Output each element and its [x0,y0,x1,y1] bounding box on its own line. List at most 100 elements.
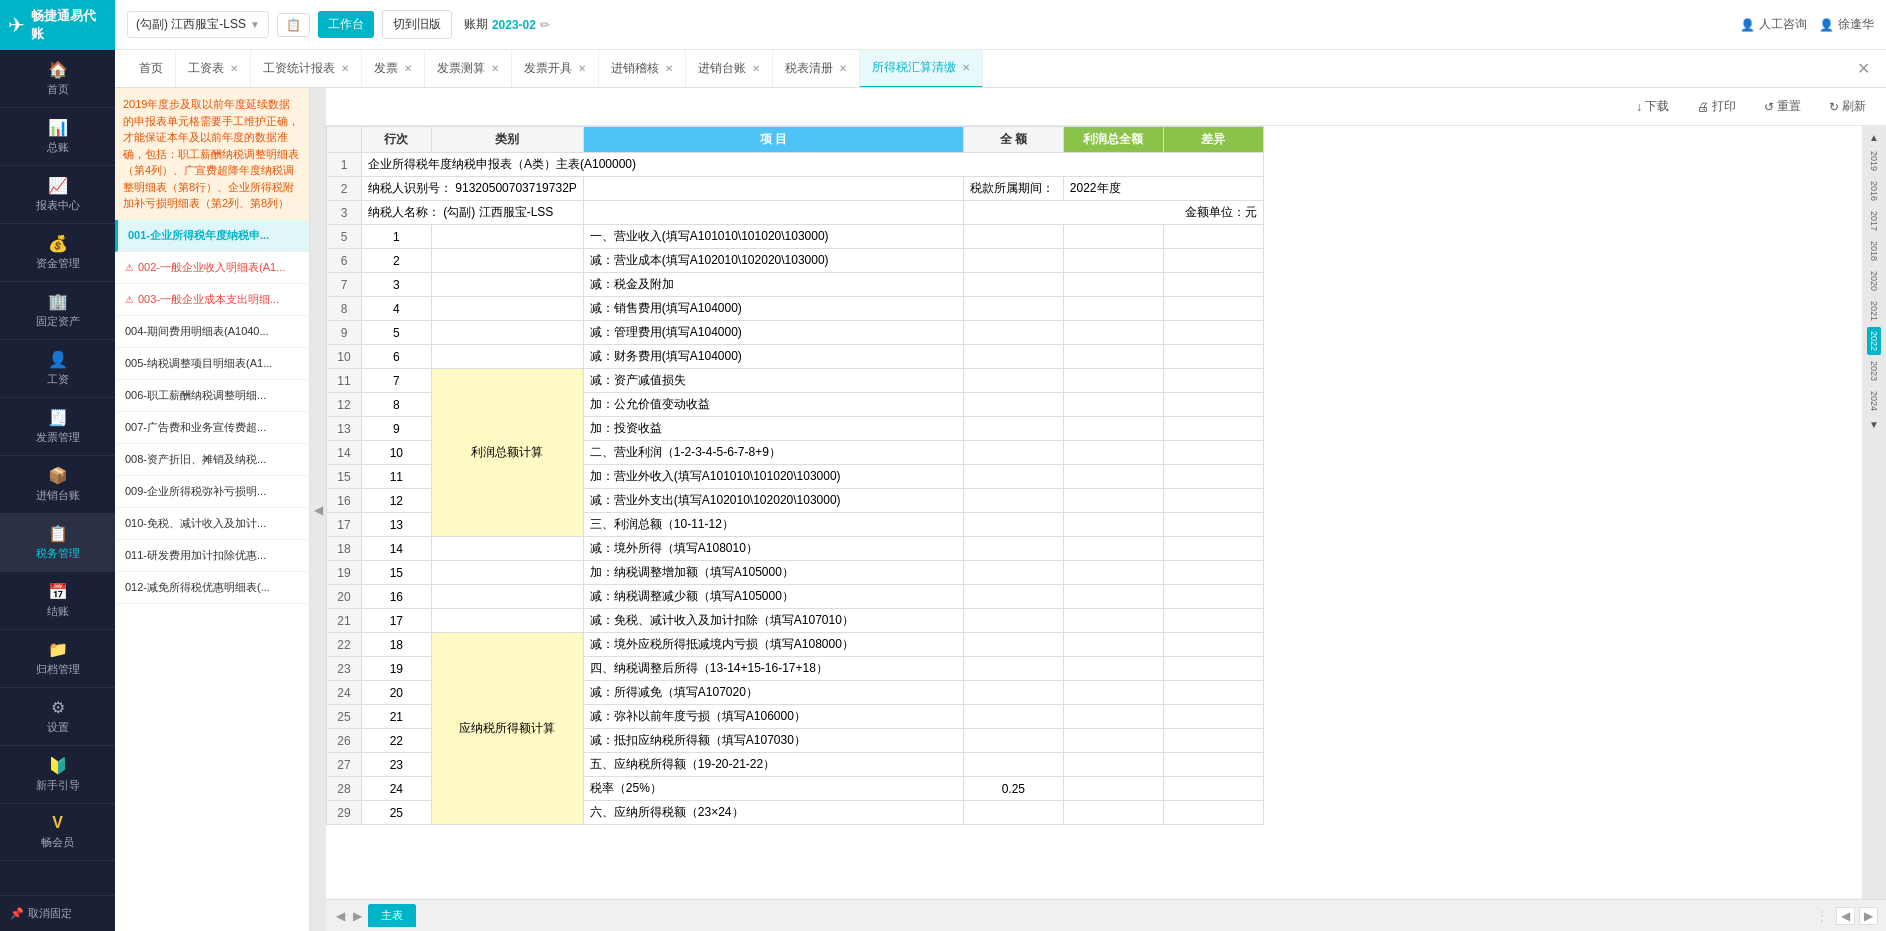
amt-23[interactable] [963,753,1063,777]
user-profile[interactable]: 👤 徐逢华 [1819,16,1874,33]
sidebar-item-purchase[interactable]: 📦 进销台账 [0,456,115,514]
refresh-button[interactable]: ↻ 刷新 [1821,94,1874,119]
amt-21[interactable] [963,705,1063,729]
amt-18[interactable] [963,633,1063,657]
tab-payroll-stat-close[interactable]: ✕ [341,63,349,74]
download-button[interactable]: ↓ 下载 [1628,94,1677,119]
timeline-down-arrow[interactable]: ▼ [1867,417,1881,432]
sidebar-item-report[interactable]: 📈 报表中心 [0,166,115,224]
tab-invoice-calc-close[interactable]: ✕ [491,63,499,74]
amt-25[interactable] [963,801,1063,825]
sidebar-item-funds[interactable]: 💰 资金管理 [0,224,115,282]
amt-16[interactable] [963,585,1063,609]
amt-14[interactable] [963,537,1063,561]
sheet-nav-right[interactable]: ▶ [351,909,364,923]
sidebar-item-archive[interactable]: 📁 归档管理 [0,630,115,688]
amt-24[interactable]: 0.25 [963,777,1063,801]
timeline-year-2023[interactable]: 2023 [1867,357,1881,385]
workspace-button[interactable]: 工作台 [318,11,374,38]
amt-8[interactable] [963,393,1063,417]
timeline-year-2020[interactable]: 2020 [1867,267,1881,295]
tab-tax-calc-close[interactable]: ✕ [962,62,970,73]
tab-purchase-ledger[interactable]: 进销台账 ✕ [686,50,773,88]
print-button[interactable]: 🖨 打印 [1689,94,1744,119]
amt-5[interactable] [963,321,1063,345]
copy-icon-btn[interactable]: 📋 [277,13,310,37]
tab-purchase-verify-close[interactable]: ✕ [665,63,673,74]
amt-1[interactable] [963,225,1063,249]
panel-collapse-button[interactable]: ◀ [310,88,326,931]
timeline-year-2017[interactable]: 2017 [1867,207,1881,235]
amt-7[interactable] [963,369,1063,393]
tab-payroll-stat[interactable]: 工资统计报表 ✕ [251,50,362,88]
amt-15[interactable] [963,561,1063,585]
amt-6[interactable] [963,345,1063,369]
sheet-tab-main[interactable]: 主表 [368,904,416,927]
tab-payroll-close[interactable]: ✕ [230,63,238,74]
amt-3[interactable] [963,273,1063,297]
sidebar-item-tax[interactable]: 📋 税务管理 [0,514,115,572]
form-item-005[interactable]: 005-纳税调整项目明细表(A1... [115,348,309,380]
amt-17[interactable] [963,609,1063,633]
form-item-008[interactable]: 008-资产折旧、摊销及纳税... [115,444,309,476]
tab-invoice[interactable]: 发票 ✕ [362,50,425,88]
timeline-year-2021[interactable]: 2021 [1867,297,1881,325]
timeline-up-arrow[interactable]: ▲ [1867,130,1881,145]
tab-invoice-calc[interactable]: 发票测算 ✕ [425,50,512,88]
form-item-011[interactable]: 011-研发费用加计扣除优惠... [115,540,309,572]
tab-purchase-verify[interactable]: 进销稽核 ✕ [599,50,686,88]
timeline-year-2018[interactable]: 2018 [1867,237,1881,265]
form-item-010[interactable]: 010-免税、减计收入及加计... [115,508,309,540]
sidebar-item-member[interactable]: V 畅会员 [0,804,115,861]
sheet-scroll-left-btn[interactable]: ◀ [1836,907,1855,925]
tab-tax-clear-close[interactable]: ✕ [839,63,847,74]
amt-12[interactable] [963,489,1063,513]
timeline-year-2024[interactable]: 2024 [1867,387,1881,415]
amt-2[interactable] [963,249,1063,273]
sidebar-item-close[interactable]: 📅 结账 [0,572,115,630]
tab-tax-clear[interactable]: 税表清册 ✕ [773,50,860,88]
reset-button[interactable]: ↺ 重置 [1756,94,1809,119]
sidebar-item-settings[interactable]: ⚙ 设置 [0,688,115,746]
sidebar-item-assets[interactable]: 🏢 固定资产 [0,282,115,340]
tab-invoice-open-close[interactable]: ✕ [578,63,586,74]
sidebar-item-ledger[interactable]: 📊 总账 [0,108,115,166]
timeline-year-2019[interactable]: 2019 [1867,147,1881,175]
tab-invoice-open[interactable]: 发票开具 ✕ [512,50,599,88]
timeline-year-2016[interactable]: 2016 [1867,177,1881,205]
form-item-009[interactable]: 009-企业所得税弥补亏损明... [115,476,309,508]
sidebar-pin-toggle[interactable]: 📌 取消固定 [0,895,115,931]
form-item-004[interactable]: 004-期间费用明细表(A1040... [115,316,309,348]
amt-11[interactable] [963,465,1063,489]
sheet-nav-left[interactable]: ◀ [334,909,347,923]
amt-19[interactable] [963,657,1063,681]
amt-13[interactable] [963,513,1063,537]
sidebar-item-payroll[interactable]: 👤 工资 [0,340,115,398]
form-item-006[interactable]: 006-职工薪酬纳税调整明细... [115,380,309,412]
form-item-001[interactable]: 001-企业所得税年度纳税申... [115,220,309,252]
close-all-tabs[interactable]: ✕ [1853,55,1874,82]
form-item-012[interactable]: 012-减免所得税优惠明细表(... [115,572,309,604]
amt-20[interactable] [963,681,1063,705]
tab-tax-calc[interactable]: 所得税汇算清缴 ✕ [860,50,983,88]
sheet-scroll-right-btn[interactable]: ▶ [1859,907,1878,925]
switch-version-button[interactable]: 切到旧版 [382,10,452,39]
form-item-007[interactable]: 007-广告费和业务宣传费超... [115,412,309,444]
timeline-year-2022[interactable]: 2022 [1867,327,1881,355]
period-edit-icon[interactable]: ✏ [540,18,550,32]
amt-4[interactable] [963,297,1063,321]
tab-purchase-ledger-close[interactable]: ✕ [752,63,760,74]
tab-invoice-close[interactable]: ✕ [404,63,412,74]
customer-service[interactable]: 👤 人工咨询 [1740,16,1807,33]
sidebar-item-invoice[interactable]: 🧾 发票管理 [0,398,115,456]
form-item-003[interactable]: 003-一般企业成本支出明细... [115,284,309,316]
tab-home[interactable]: 首页 [127,50,176,88]
sidebar-item-guide[interactable]: 🔰 新手引导 [0,746,115,804]
amt-10[interactable] [963,441,1063,465]
tab-payroll[interactable]: 工资表 ✕ [176,50,251,88]
company-selector[interactable]: (勾副) 江西服宝-LSS ▼ [127,11,269,38]
amt-9[interactable] [963,417,1063,441]
amt-22[interactable] [963,729,1063,753]
sidebar-item-home[interactable]: 🏠 首页 [0,50,115,108]
form-item-002[interactable]: 002-一般企业收入明细表(A1... [115,252,309,284]
